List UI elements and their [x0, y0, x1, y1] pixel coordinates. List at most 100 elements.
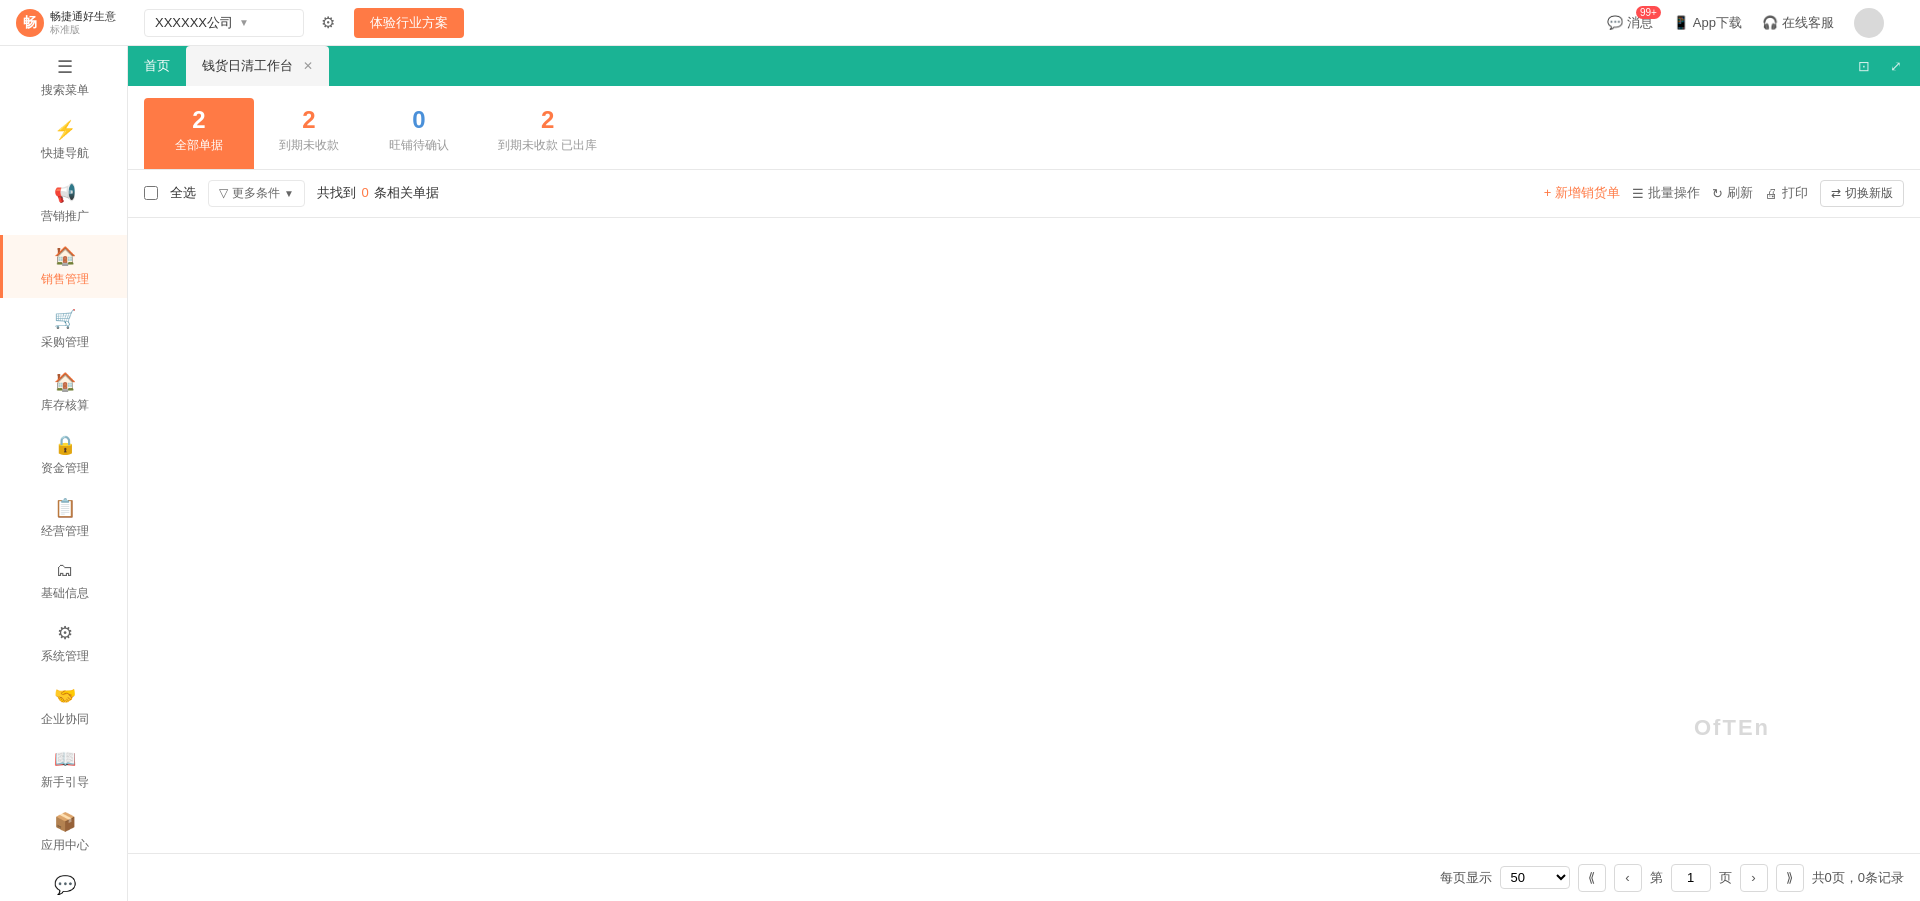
operations-icon: 📋	[54, 497, 76, 519]
refresh-button[interactable]: ↻ 刷新	[1712, 184, 1753, 202]
app-download-label: App下载	[1693, 14, 1742, 32]
sidebar-item-cooperation[interactable]: 🤝 企业协同	[0, 675, 127, 738]
prev-page-button[interactable]: ‹	[1614, 864, 1642, 892]
found-suffix: 条相关单据	[374, 185, 439, 200]
tab-workbench[interactable]: 钱货日清工作台 ✕	[186, 46, 329, 86]
sidebar-item-app-center[interactable]: 📦 应用中心	[0, 801, 127, 864]
select-all-checkbox[interactable]	[144, 186, 158, 200]
app-download-button[interactable]: 📱 App下载	[1673, 14, 1742, 32]
stat-tab-overdue-unpaid[interactable]: 2 到期未收款	[254, 98, 364, 169]
toolbar: 全选 ▽ 更多条件 ▼ 共找到 0 条相关单据 + 新增销货单 ☰ 批量操作	[128, 170, 1920, 218]
main-content: 首页 钱货日清工作台 ✕ ⊡ ⤢ 2 全部单据 2 到期未收款	[128, 46, 1920, 901]
stat-tab-all[interactable]: 2 全部单据	[144, 98, 254, 169]
filter-button[interactable]: ▽ 更多条件 ▼	[208, 180, 305, 207]
app-download-icon: 📱	[1673, 15, 1689, 30]
sidebar-item-sales[interactable]: 🏠 销售管理	[0, 235, 127, 298]
sidebar-label-marketing: 营销推广	[41, 208, 89, 225]
app-center-icon: 📦	[54, 811, 76, 833]
sidebar-item-wechat[interactable]: 💬 企业微信	[0, 864, 127, 901]
stat-label-wangpu: 旺铺待确认	[389, 137, 449, 154]
basic-info-icon: 🗂	[56, 560, 74, 581]
sidebar-label-quick-nav: 快捷导航	[41, 145, 89, 162]
guide-icon: 📖	[54, 748, 76, 770]
pagination-bar: 每页显示 50 20 100 ⟪ ‹ 第 页 › ⟫ 共0页，0条记录	[128, 853, 1920, 901]
tab-home[interactable]: 首页	[128, 46, 186, 86]
table-area	[128, 218, 1920, 853]
sidebar-item-system[interactable]: ⚙ 系统管理	[0, 612, 127, 675]
sidebar-label-app-center: 应用中心	[41, 837, 89, 854]
wechat-icon: 💬	[54, 874, 76, 896]
last-page-button[interactable]: ⟫	[1776, 864, 1804, 892]
sidebar-item-operations[interactable]: 📋 经营管理	[0, 487, 127, 550]
settings-icon[interactable]: ⚙	[312, 7, 344, 39]
sidebar-label-sales: 销售管理	[41, 271, 89, 288]
switch-icon: ⇄	[1831, 186, 1841, 200]
sidebar-label-basic-info: 基础信息	[41, 585, 89, 602]
batch-label: 批量操作	[1648, 184, 1700, 202]
top-header: 畅 畅捷通好生意 标准版 XXXXXX公司 ▼ ⚙ 体验行业方案 💬 消息 99…	[0, 0, 1920, 46]
per-page-label: 每页显示	[1440, 869, 1492, 887]
filter-label: 更多条件	[232, 185, 280, 202]
print-button[interactable]: 🖨 打印	[1765, 184, 1808, 202]
sidebar-item-guide[interactable]: 📖 新手引导	[0, 738, 127, 801]
sidebar-item-inventory[interactable]: 🏠 库存核算	[0, 361, 127, 424]
stat-tab-overdue-unshipped[interactable]: 2 到期未收款 已出库	[474, 98, 621, 169]
next-page-button[interactable]: ›	[1740, 864, 1768, 892]
switch-version-button[interactable]: ⇄ 切换新版	[1820, 180, 1904, 207]
inventory-icon: 🏠	[54, 371, 76, 393]
sidebar-item-funds[interactable]: 🔒 资金管理	[0, 424, 127, 487]
stat-label-all: 全部单据	[175, 137, 223, 154]
stat-num-overdue-unpaid: 2	[302, 106, 315, 135]
cooperation-icon: 🤝	[54, 685, 76, 707]
chevron-down-icon: ▼	[239, 17, 249, 28]
funds-icon: 🔒	[54, 434, 76, 456]
print-label: 打印	[1782, 184, 1808, 202]
tab-actions: ⊡ ⤢	[1852, 54, 1920, 78]
stats-tabs: 2 全部单据 2 到期未收款 0 旺铺待确认 2 到期未收款 已出库	[128, 86, 1920, 170]
sidebar-item-marketing[interactable]: 📢 营销推广	[0, 172, 127, 235]
page-label: 第	[1650, 869, 1663, 887]
switch-label: 切换新版	[1845, 185, 1893, 202]
stat-label-overdue-unpaid: 到期未收款	[279, 137, 339, 154]
batch-operation-button[interactable]: ☰ 批量操作	[1632, 184, 1700, 202]
per-page-select[interactable]: 50 20 100	[1500, 866, 1570, 889]
stat-label-overdue-unshipped: 到期未收款 已出库	[498, 137, 597, 154]
system-icon: ⚙	[57, 622, 73, 644]
quick-nav-icon: ⚡	[54, 119, 76, 141]
avatar[interactable]	[1854, 8, 1884, 38]
online-service-icon: 🎧	[1762, 15, 1778, 30]
first-page-button[interactable]: ⟪	[1578, 864, 1606, 892]
company-name: XXXXXX公司	[155, 14, 233, 32]
sidebar: ☰ 搜索菜单 ⚡ 快捷导航 📢 营销推广 🏠 销售管理 🛒 采购管理 🏠 库存核…	[0, 46, 128, 901]
search-icon: ☰	[57, 56, 73, 78]
layout: ☰ 搜索菜单 ⚡ 快捷导航 📢 营销推广 🏠 销售管理 🛒 采购管理 🏠 库存核…	[0, 46, 1920, 901]
marketing-icon: 📢	[54, 182, 76, 204]
sidebar-label-purchase: 采购管理	[41, 334, 89, 351]
message-button[interactable]: 💬 消息 99+	[1607, 14, 1653, 32]
found-text: 共找到 0 条相关单据	[317, 184, 439, 202]
sidebar-item-basic-info[interactable]: 🗂 基础信息	[0, 550, 127, 612]
sidebar-label-cooperation: 企业协同	[41, 711, 89, 728]
sidebar-label-inventory: 库存核算	[41, 397, 89, 414]
experience-button[interactable]: 体验行业方案	[354, 8, 464, 38]
company-selector[interactable]: XXXXXX公司 ▼	[144, 9, 304, 37]
online-service-button[interactable]: 🎧 在线客服	[1762, 14, 1834, 32]
page-number-input[interactable]	[1671, 864, 1711, 892]
tab-close-icon[interactable]: ✕	[303, 59, 313, 73]
tab-restore-button[interactable]: ⊡	[1852, 54, 1876, 78]
found-prefix: 共找到	[317, 185, 356, 200]
sidebar-label-guide: 新手引导	[41, 774, 89, 791]
sidebar-item-search[interactable]: ☰ 搜索菜单	[0, 46, 127, 109]
add-sales-order-button[interactable]: + 新增销货单	[1544, 184, 1620, 202]
stat-num-wangpu: 0	[412, 106, 425, 135]
sidebar-label-operations: 经营管理	[41, 523, 89, 540]
tab-maximize-button[interactable]: ⤢	[1884, 54, 1908, 78]
sidebar-item-purchase[interactable]: 🛒 采购管理	[0, 298, 127, 361]
filter-chevron-icon: ▼	[284, 188, 294, 199]
refresh-icon: ↻	[1712, 186, 1723, 201]
filter-icon: ▽	[219, 186, 228, 200]
header-right: 💬 消息 99+ 📱 App下载 🎧 在线客服	[1607, 8, 1904, 38]
refresh-label: 刷新	[1727, 184, 1753, 202]
sidebar-item-quick-nav[interactable]: ⚡ 快捷导航	[0, 109, 127, 172]
stat-tab-wangpu[interactable]: 0 旺铺待确认	[364, 98, 474, 169]
